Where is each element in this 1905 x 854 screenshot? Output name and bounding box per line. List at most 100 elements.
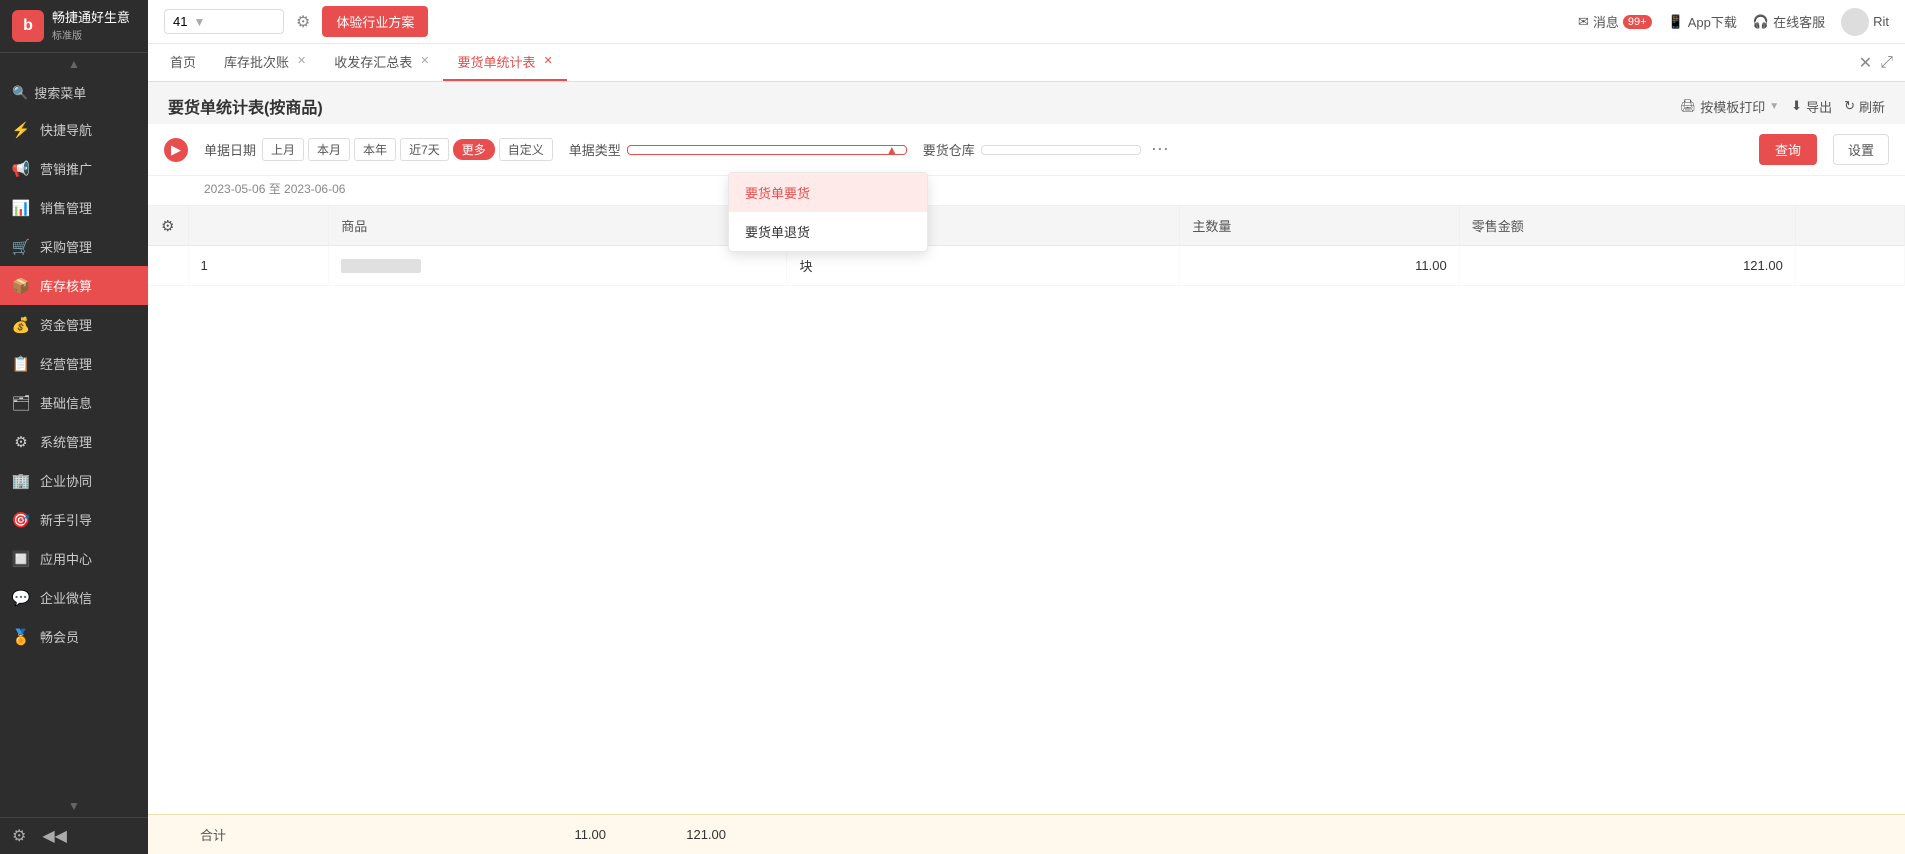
footer-amount: 121.00	[646, 827, 726, 842]
logo-icon: b	[12, 10, 44, 42]
type-filter-label: 单据类型	[569, 140, 621, 159]
query-btn[interactable]: 查询	[1759, 134, 1817, 165]
sidebar-item-operation[interactable]: 📋 经营管理	[0, 344, 148, 383]
print-action[interactable]: 🖨 按模板打印 ▼	[1680, 97, 1779, 116]
app-subtitle: 标准版	[52, 27, 130, 42]
product-name-placeholder	[341, 259, 421, 273]
export-action[interactable]: ⬇ 导出	[1791, 97, 1832, 116]
sidebar-nav: ⚡ 快捷导航 📢 营销推广 📊 销售管理 🛒 采购管理 📦 库存核算 💰 资金管…	[0, 110, 148, 795]
sidebar-item-label: 应用中心	[40, 549, 92, 568]
topbar-right: ✉ 消息 99+ 📱 App下载 🎧 在线客服 Rit	[1578, 8, 1889, 36]
sidebar-item-marketing[interactable]: 📢 营销推广	[0, 149, 148, 188]
sidebar-item-label: 快捷导航	[40, 120, 92, 139]
tab-order-stats-close[interactable]: ✕	[544, 56, 553, 67]
user-avatar-area[interactable]: Rit	[1841, 8, 1889, 36]
type-dropdown: 要货单要货 要货单退货	[728, 172, 928, 252]
sidebar-item-basic[interactable]: 🗂 基础信息	[0, 383, 148, 422]
user-name: Rit	[1873, 14, 1889, 29]
date-btn-more[interactable]: 更多	[453, 139, 495, 160]
topbar-gear-icon[interactable]: ⚙	[296, 12, 310, 32]
search-menu-label: 搜索菜单	[34, 83, 86, 102]
dropdown-item-order-purchase-label: 要货单要货	[745, 186, 810, 201]
settings-btn[interactable]: 设置	[1833, 134, 1889, 165]
sidebar-item-label: 采购管理	[40, 237, 92, 256]
print-icon: 🖨	[1680, 98, 1697, 114]
date-filter-label: 单据日期	[204, 140, 256, 159]
table-settings-col[interactable]: ⚙	[148, 206, 188, 246]
table-extra-col	[1795, 206, 1904, 246]
date-btn-last-month[interactable]: 上月	[262, 138, 304, 161]
sidebar-item-wechat[interactable]: 💬 企业微信	[0, 578, 148, 617]
date-btn-custom[interactable]: 自定义	[499, 138, 553, 161]
export-label: 导出	[1806, 97, 1832, 116]
sidebar-item-enterprise[interactable]: 🏢 企业协同	[0, 461, 148, 500]
online-service-btn[interactable]: 🎧 在线客服	[1753, 12, 1825, 31]
settings-bottom-icon[interactable]: ⚙	[12, 826, 26, 846]
company-selector[interactable]: 41 ▼	[164, 9, 284, 34]
enterprise-icon: 🏢	[12, 472, 30, 490]
app-download-btn[interactable]: 📱 App下载	[1668, 12, 1737, 31]
refresh-label: 刷新	[1859, 97, 1885, 116]
close-tab-icon[interactable]: ✕	[1859, 53, 1872, 73]
table-amount-col: 零售金额	[1459, 206, 1795, 246]
tab-shipment-summary-close[interactable]: ✕	[420, 56, 429, 67]
sidebar-item-guide[interactable]: 🎯 新手引导	[0, 500, 148, 539]
online-service-label: 在线客服	[1773, 12, 1825, 31]
print-dropdown-icon: ▼	[1769, 101, 1779, 112]
date-filter-group: 单据日期 上月 本月 本年 近7天 更多 自定义	[204, 138, 553, 161]
tab-home[interactable]: 首页	[156, 44, 210, 81]
sidebar-item-label: 企业协同	[40, 471, 92, 490]
filter-bar: ▶ 单据日期 上月 本月 本年 近7天 更多 自定义 单据类型 ▲	[148, 124, 1905, 176]
tab-shipment-summary-label: 收发存汇总表	[334, 52, 412, 71]
refresh-icon: ↻	[1844, 98, 1855, 114]
sidebar-item-apps[interactable]: 🔲 应用中心	[0, 539, 148, 578]
scroll-up-indicator[interactable]: ▲	[0, 53, 148, 75]
date-range-text: 2023-05-06 至 2023-06-06	[204, 182, 345, 196]
sidebar-item-purchase[interactable]: 🛒 采购管理	[0, 227, 148, 266]
sidebar-item-label: 企业微信	[40, 588, 92, 607]
sidebar-item-member[interactable]: 🏅 畅会员	[0, 617, 148, 656]
date-btn-last-7-days[interactable]: 近7天	[400, 138, 449, 161]
tab-inventory-batch[interactable]: 库存批次账 ✕	[210, 44, 320, 81]
purchase-icon: 🛒	[12, 238, 30, 256]
filter-expand-btn[interactable]: ▶	[164, 138, 188, 162]
table-cell-settings	[148, 246, 188, 286]
dropdown-item-order-purchase[interactable]: 要货单要货	[729, 173, 927, 212]
tab-inventory-batch-close[interactable]: ✕	[297, 56, 306, 67]
sidebar-item-inventory[interactable]: 📦 库存核算	[0, 266, 148, 305]
export-icon: ⬇	[1791, 98, 1802, 114]
refresh-action[interactable]: ↻ 刷新	[1844, 97, 1885, 116]
tab-order-stats[interactable]: 要货单统计表 ✕	[443, 44, 566, 81]
date-btn-this-year[interactable]: 本年	[354, 138, 396, 161]
message-icon: ✉	[1578, 14, 1589, 30]
scroll-down-indicator[interactable]: ▼	[0, 795, 148, 817]
date-range-display: 2023-05-06 至 2023-06-06	[148, 176, 1905, 205]
sidebar-item-sales[interactable]: 📊 销售管理	[0, 188, 148, 227]
sidebar-item-quick-nav[interactable]: ⚡ 快捷导航	[0, 110, 148, 149]
search-icon: 🔍	[12, 85, 28, 101]
sidebar-item-label: 畅会员	[40, 627, 79, 646]
sidebar-item-label: 营销推广	[40, 159, 92, 178]
warehouse-filter-select[interactable]	[981, 145, 1141, 155]
collapse-sidebar-icon[interactable]: ◀◀	[42, 826, 67, 846]
quick-nav-icon: ⚡	[12, 121, 30, 139]
message-btn[interactable]: ✉ 消息 99+	[1578, 12, 1652, 31]
message-badge: 99+	[1623, 15, 1652, 29]
type-filter-select[interactable]: ▲	[627, 145, 907, 155]
sidebar-item-finance[interactable]: 💰 资金管理	[0, 305, 148, 344]
trial-btn[interactable]: 体验行业方案	[322, 6, 428, 37]
dropdown-item-order-return[interactable]: 要货单退货	[729, 212, 927, 251]
tabs-right-controls: ✕ ⤢	[1859, 44, 1897, 81]
maximize-icon[interactable]: ⤢	[1880, 54, 1893, 72]
filter-more-dots[interactable]: ⋯	[1151, 139, 1169, 160]
search-menu[interactable]: 🔍 搜索菜单	[0, 75, 148, 110]
message-label: 消息	[1593, 12, 1619, 31]
tab-shipment-summary[interactable]: 收发存汇总表 ✕	[320, 44, 443, 81]
tab-home-label: 首页	[170, 52, 196, 71]
headset-icon: 🎧	[1753, 14, 1769, 30]
sidebar-item-system[interactable]: ⚙ 系统管理	[0, 422, 148, 461]
finance-icon: 💰	[12, 316, 30, 334]
date-btn-this-month[interactable]: 本月	[308, 138, 350, 161]
footer-label: 合计	[160, 825, 226, 844]
company-selector-value: 41	[173, 14, 187, 29]
